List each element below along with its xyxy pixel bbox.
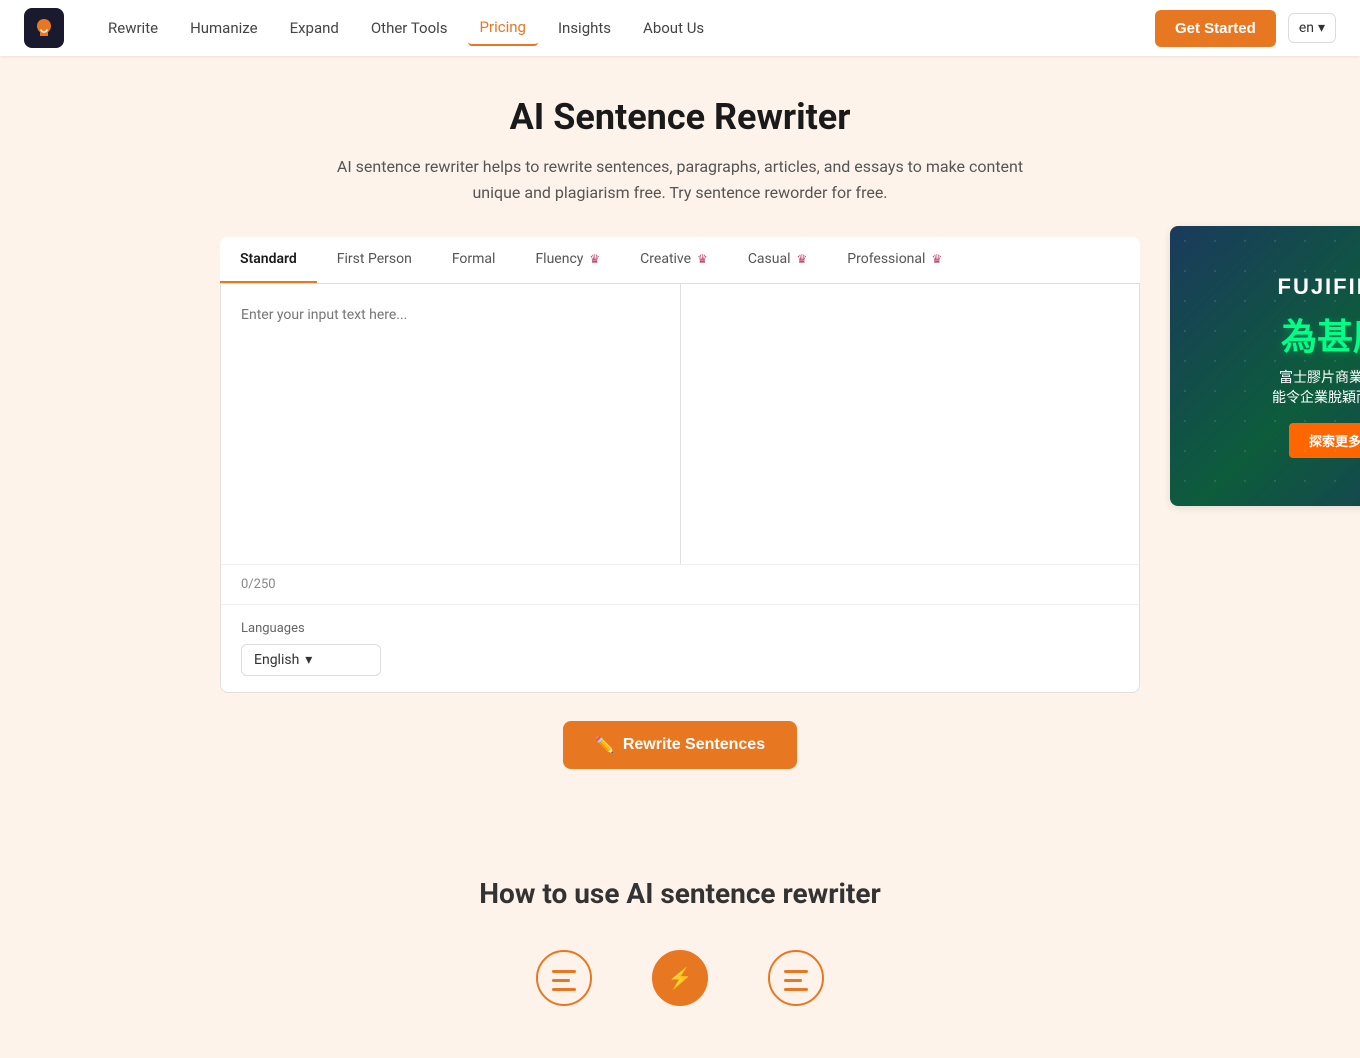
crown-icon-creative: ♛	[697, 252, 708, 266]
char-count: 0/250	[241, 577, 276, 592]
get-started-button[interactable]: Get Started	[1155, 10, 1276, 47]
tab-formal[interactable]: Formal	[432, 237, 516, 283]
tab-creative-label: Creative	[640, 251, 691, 267]
step-2: ⚡	[652, 950, 708, 1018]
editor-footer: 0/250	[221, 564, 1139, 604]
how-to-title: How to use AI sentence rewriter	[20, 877, 1340, 910]
crown-icon-casual: ♛	[797, 252, 808, 266]
how-to-section: How to use AI sentence rewriter ⚡	[0, 817, 1360, 1058]
nav-expand[interactable]: Expand	[278, 11, 351, 45]
main-content: AI Sentence Rewriter AI sentence rewrite…	[200, 56, 1160, 817]
tab-professional-label: Professional	[847, 251, 925, 267]
tab-first-person[interactable]: First Person	[317, 237, 432, 283]
crown-icon: ♛	[589, 252, 600, 266]
mode-tabs: Standard First Person Formal Fluency ♛ C…	[220, 237, 1140, 284]
nav-pricing[interactable]: Pricing	[468, 10, 538, 46]
brand-logo[interactable]	[24, 8, 64, 48]
ad-container: ℹ ✕ FUJIFILM 為甚麼 富士膠片商業創新能令企業脫穎而出？ 探索更多	[1170, 226, 1360, 506]
tab-creative[interactable]: Creative ♛	[620, 237, 728, 283]
tab-fluency[interactable]: Fluency ♛	[515, 237, 620, 283]
chevron-down-icon: ▾	[1318, 20, 1325, 36]
step-3	[768, 950, 824, 1018]
ad-image: FUJIFILM 為甚麼 富士膠片商業創新能令企業脫穎而出？ 探索更多	[1170, 226, 1360, 506]
nav-rewrite[interactable]: Rewrite	[96, 11, 170, 45]
tab-casual-label: Casual	[748, 251, 791, 267]
selected-language: English	[254, 652, 299, 668]
step-1	[536, 950, 592, 1018]
tab-standard[interactable]: Standard	[220, 237, 317, 283]
crown-icon-professional: ♛	[931, 252, 942, 266]
step-2-icon: ⚡	[652, 950, 708, 1006]
editor-wrapper: 0/250 Languages English ▾	[220, 284, 1140, 693]
text-input[interactable]	[221, 284, 681, 564]
tab-fluency-label: Fluency	[535, 251, 583, 267]
step-1-icon	[536, 950, 592, 1006]
page-subtitle: AI sentence rewriter helps to rewrite se…	[330, 154, 1030, 205]
ad-background-pattern	[1170, 226, 1360, 506]
rewrite-btn-label: Rewrite Sentences	[623, 736, 765, 754]
tab-professional[interactable]: Professional ♛	[827, 237, 962, 283]
nav-links: Rewrite Humanize Expand Other Tools Pric…	[96, 10, 1155, 46]
nav-insights[interactable]: Insights	[546, 11, 623, 45]
language-selector[interactable]: en ▾	[1288, 13, 1336, 43]
lightning-icon: ⚡	[668, 966, 693, 990]
tab-casual[interactable]: Casual ♛	[728, 237, 827, 283]
navbar: Rewrite Humanize Expand Other Tools Pric…	[0, 0, 1360, 56]
languages-label: Languages	[241, 621, 1119, 636]
step-3-icon	[768, 950, 824, 1006]
navbar-right: Get Started en ▾	[1155, 10, 1336, 47]
page-title: AI Sentence Rewriter	[220, 96, 1140, 138]
editor-panels	[221, 284, 1139, 564]
nav-about-us[interactable]: About Us	[631, 11, 716, 45]
lang-label: en	[1299, 20, 1314, 36]
text-output	[681, 284, 1140, 564]
nav-humanize[interactable]: Humanize	[178, 11, 270, 45]
how-to-steps: ⚡	[230, 950, 1130, 1018]
language-dropdown[interactable]: English ▾	[241, 644, 381, 676]
nav-other-tools[interactable]: Other Tools	[359, 11, 460, 45]
dropdown-chevron-icon: ▾	[305, 652, 312, 668]
ad-panel: ℹ ✕ FUJIFILM 為甚麼 富士膠片商業創新能令企業脫穎而出？ 探索更多	[1170, 226, 1360, 506]
languages-section: Languages English ▾	[221, 604, 1139, 692]
rewrite-sentences-button[interactable]: ✏️ Rewrite Sentences	[563, 721, 797, 769]
rewrite-btn-container: ✏️ Rewrite Sentences	[220, 721, 1140, 769]
pencil-icon: ✏️	[595, 735, 615, 755]
